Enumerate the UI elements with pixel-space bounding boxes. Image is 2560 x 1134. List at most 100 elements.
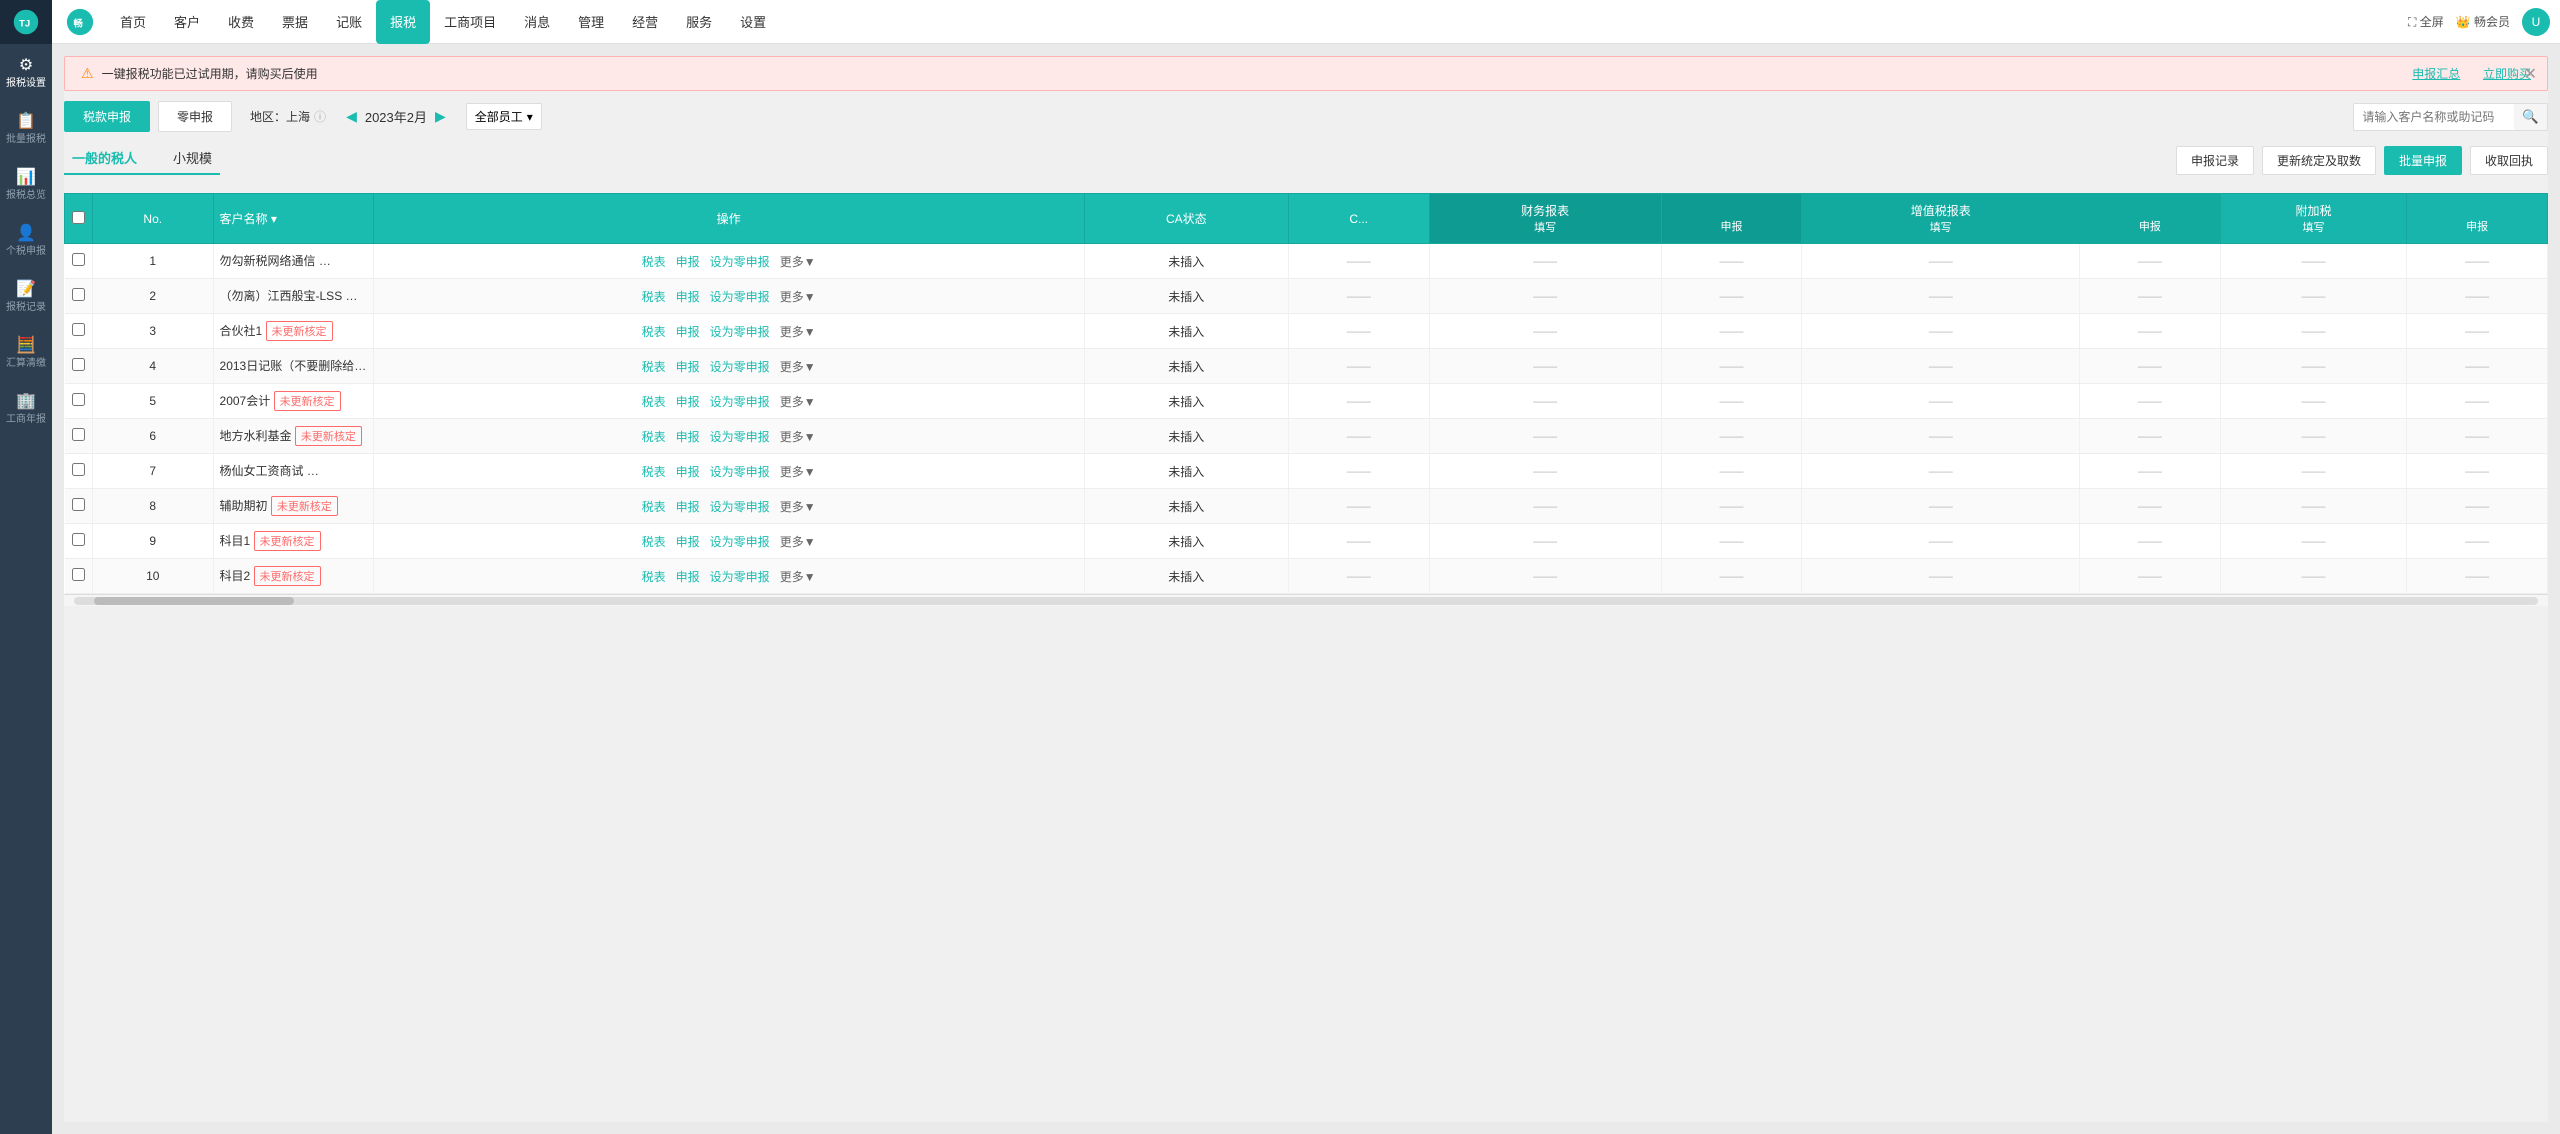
sub-tab-small[interactable]: 小规模 — [165, 142, 220, 175]
op-zero-declare[interactable]: 设为零申报 — [710, 500, 770, 514]
op-tax-table[interactable]: 税表 — [642, 325, 666, 339]
op-declare[interactable]: 申报 — [676, 360, 700, 374]
op-declare[interactable]: 申报 — [676, 430, 700, 444]
row-checkbox[interactable] — [72, 358, 85, 371]
status-badge: 未更新核定 — [254, 531, 321, 551]
row-operations: 税表 申报 设为零申报 更多▼ — [373, 279, 1084, 314]
row-checkbox[interactable] — [72, 288, 85, 301]
report-summary-link[interactable]: 申报汇总 — [2412, 65, 2460, 82]
row-checkbox[interactable] — [72, 323, 85, 336]
row-tax-report: —— — [2080, 419, 2221, 454]
op-declare[interactable]: 申报 — [676, 465, 700, 479]
op-more[interactable]: 更多▼ — [780, 360, 816, 374]
sidebar-item-batch-tax[interactable]: 📋 批量报税 — [0, 100, 52, 156]
row-name: 科目2 未更新核定 — [213, 559, 373, 594]
op-zero-declare[interactable]: 设为零申报 — [710, 325, 770, 339]
app-logo: TJ — [0, 0, 52, 44]
op-zero-declare[interactable]: 设为零申报 — [710, 360, 770, 374]
op-more[interactable]: 更多▼ — [780, 570, 816, 584]
sub-tab-general[interactable]: 一般的税人 — [64, 142, 145, 175]
row-operations: 税表 申报 设为零申报 更多▼ — [373, 349, 1084, 384]
notice-close-button[interactable]: ✕ — [2524, 64, 2537, 84]
record-button[interactable]: 申报记录 — [2176, 146, 2254, 175]
th-checkbox — [65, 194, 93, 244]
row-checkbox[interactable] — [72, 428, 85, 441]
nav-item-messages[interactable]: 消息 — [510, 0, 564, 44]
row-checkbox[interactable] — [72, 393, 85, 406]
row-checkbox[interactable] — [72, 533, 85, 546]
op-zero-declare[interactable]: 设为零申报 — [710, 430, 770, 444]
select-all-checkbox[interactable] — [72, 211, 85, 224]
update-button[interactable]: 更新统定及取数 — [2262, 146, 2376, 175]
op-zero-declare[interactable]: 设为零申报 — [710, 395, 770, 409]
search-input[interactable] — [2354, 105, 2514, 129]
op-declare[interactable]: 申报 — [676, 535, 700, 549]
sidebar-item-records[interactable]: 📝 报税记录 — [0, 268, 52, 324]
op-tax-table[interactable]: 税表 — [642, 255, 666, 269]
op-tax-table[interactable]: 税表 — [642, 500, 666, 514]
op-declare[interactable]: 申报 — [676, 570, 700, 584]
op-more[interactable]: 更多▼ — [780, 395, 816, 409]
op-more[interactable]: 更多▼ — [780, 325, 816, 339]
op-more[interactable]: 更多▼ — [780, 535, 816, 549]
op-declare[interactable]: 申报 — [676, 395, 700, 409]
user-avatar[interactable]: U — [2522, 8, 2550, 36]
row-checkbox[interactable] — [72, 253, 85, 266]
op-declare[interactable]: 申报 — [676, 290, 700, 304]
op-zero-declare[interactable]: 设为零申报 — [710, 535, 770, 549]
nav-item-commerce[interactable]: 工商项目 — [430, 0, 510, 44]
op-more[interactable]: 更多▼ — [780, 290, 816, 304]
op-more[interactable]: 更多▼ — [780, 430, 816, 444]
op-declare[interactable]: 申报 — [676, 325, 700, 339]
op-zero-declare[interactable]: 设为零申报 — [710, 255, 770, 269]
op-tax-table[interactable]: 税表 — [642, 465, 666, 479]
nav-item-billing[interactable]: 收费 — [214, 0, 268, 44]
row-checkbox[interactable] — [72, 568, 85, 581]
op-tax-table[interactable]: 税表 — [642, 570, 666, 584]
fullscreen-button[interactable]: ⛶ 全屏 — [2408, 13, 2444, 30]
op-zero-declare[interactable]: 设为零申报 — [710, 465, 770, 479]
op-more[interactable]: 更多▼ — [780, 465, 816, 479]
op-tax-table[interactable]: 税表 — [642, 290, 666, 304]
batch-declare-button[interactable]: 批量申报 — [2384, 146, 2462, 175]
op-tax-table[interactable]: 税表 — [642, 395, 666, 409]
op-more[interactable]: 更多▼ — [780, 500, 816, 514]
nav-item-operation[interactable]: 经营 — [618, 0, 672, 44]
horizontal-scrollbar[interactable] — [64, 594, 2548, 606]
op-more[interactable]: 更多▼ — [780, 255, 816, 269]
row-checkbox[interactable] — [72, 498, 85, 511]
nav-item-tax[interactable]: 报税 — [376, 0, 430, 44]
current-date: 2023年2月 — [365, 107, 427, 126]
sidebar-item-personal-tax[interactable]: 👤 个税申报 — [0, 212, 52, 268]
nav-item-management[interactable]: 管理 — [564, 0, 618, 44]
next-month-button[interactable]: ▶ — [431, 108, 450, 125]
sidebar-item-annual[interactable]: 🏢 工商年报 — [0, 380, 52, 436]
op-tax-table[interactable]: 税表 — [642, 535, 666, 549]
collect-button[interactable]: 收取回执 — [2470, 146, 2548, 175]
op-declare[interactable]: 申报 — [676, 500, 700, 514]
op-tax-table[interactable]: 税表 — [642, 360, 666, 374]
nav-item-client[interactable]: 客户 — [160, 0, 214, 44]
sidebar-item-overview[interactable]: 📊 报税总览 — [0, 156, 52, 212]
row-checkbox[interactable] — [72, 463, 85, 476]
search-button[interactable]: 🔍 — [2514, 104, 2547, 130]
staff-select[interactable]: 全部员工 ▾ — [466, 103, 542, 130]
op-tax-table[interactable]: 税表 — [642, 430, 666, 444]
tab-zero-declaration[interactable]: 零申报 — [158, 101, 232, 132]
op-zero-declare[interactable]: 设为零申报 — [710, 290, 770, 304]
region-info-icon[interactable]: ⓘ — [314, 108, 326, 125]
tab-tax-declaration[interactable]: 税款申报 — [64, 101, 150, 132]
scrollbar-thumb[interactable] — [94, 597, 294, 605]
nav-item-home[interactable]: 首页 — [106, 0, 160, 44]
nav-item-bookkeeping[interactable]: 记账 — [322, 0, 376, 44]
prev-month-button[interactable]: ◀ — [342, 108, 361, 125]
nav-item-invoice[interactable]: 票据 — [268, 0, 322, 44]
sidebar-item-settlement[interactable]: 🧮 汇算清缴 — [0, 324, 52, 380]
op-zero-declare[interactable]: 设为零申报 — [710, 570, 770, 584]
op-declare[interactable]: 申报 — [676, 255, 700, 269]
member-button[interactable]: 👑 畅会员 — [2456, 13, 2510, 30]
row-tax-report: —— — [2080, 489, 2221, 524]
sidebar-item-tax-settings[interactable]: ⚙ 报税设置 — [0, 44, 52, 100]
nav-item-service[interactable]: 服务 — [672, 0, 726, 44]
nav-item-settings[interactable]: 设置 — [726, 0, 780, 44]
